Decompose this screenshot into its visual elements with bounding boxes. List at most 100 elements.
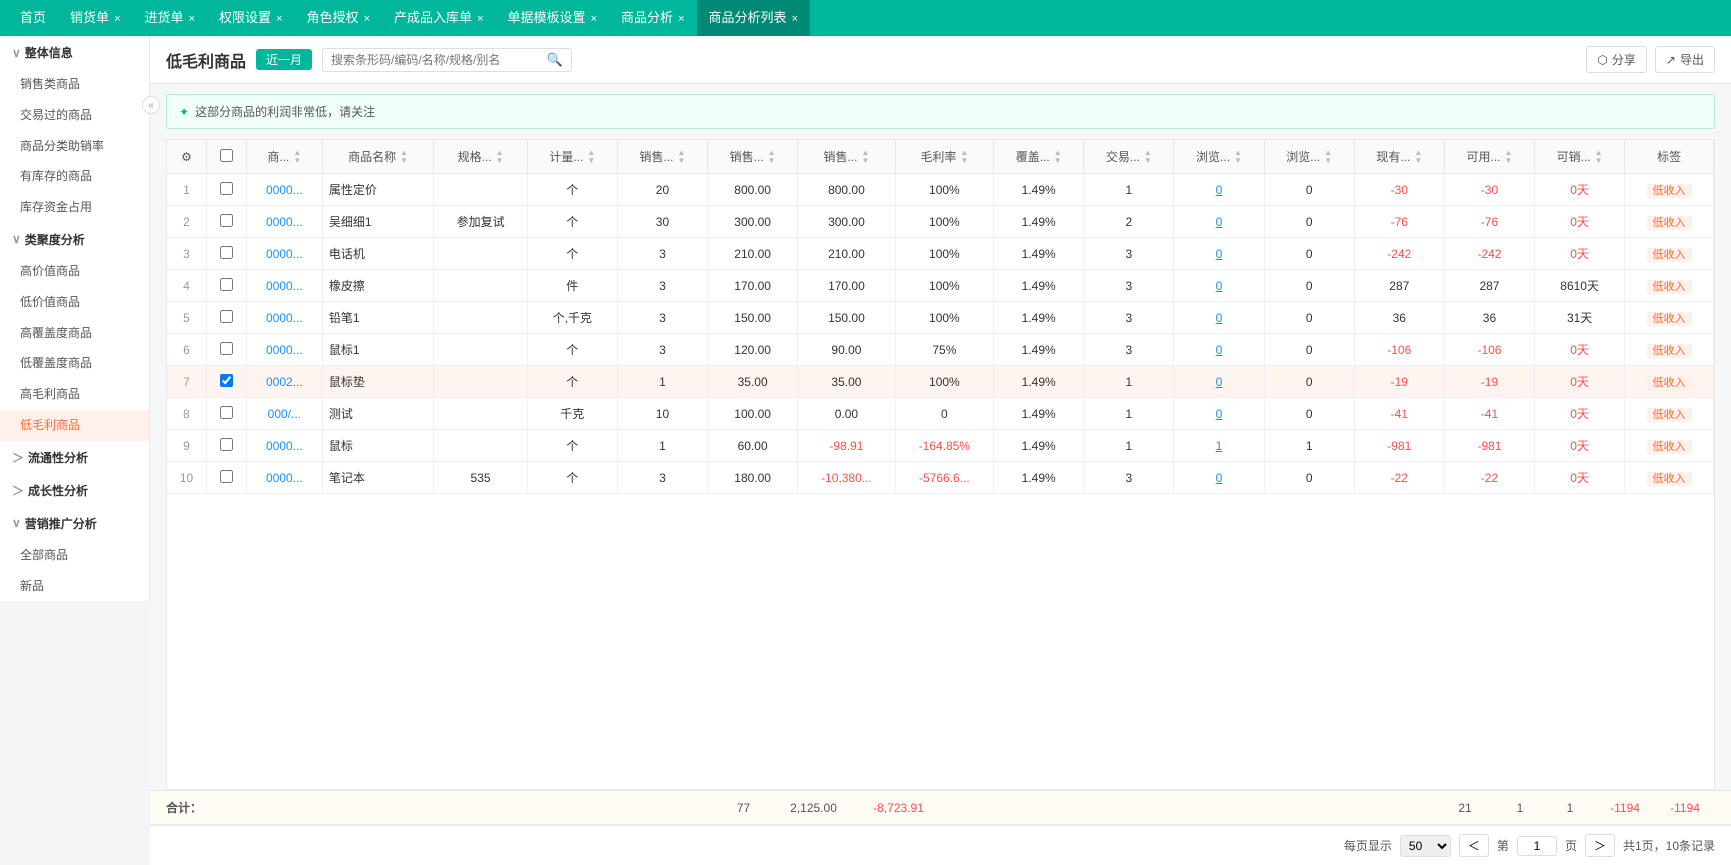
row-checkbox[interactable] bbox=[220, 214, 233, 227]
col-coverage[interactable]: 覆盖...▲▼ bbox=[994, 140, 1084, 174]
sidebar-item-category-rate[interactable]: 商品分类助销率 bbox=[0, 131, 149, 162]
row-checkbox[interactable] bbox=[220, 470, 233, 483]
row-browse1[interactable]: 0 bbox=[1174, 366, 1264, 398]
sidebar-group-marketing[interactable]: ∨ 营销推广分析 bbox=[0, 507, 149, 540]
sidebar-group-growth[interactable]: ＞ 成长性分析 bbox=[0, 474, 149, 507]
row-browse1[interactable]: 0 bbox=[1174, 462, 1264, 494]
row-browse1[interactable]: 0 bbox=[1174, 302, 1264, 334]
select-all-checkbox[interactable] bbox=[220, 149, 233, 162]
row-browse1[interactable]: 1 bbox=[1174, 430, 1264, 462]
sidebar-item-inventory-goods[interactable]: 有库存的商品 bbox=[0, 161, 149, 192]
col-sales-amount[interactable]: 销售...▲▼ bbox=[798, 140, 895, 174]
row-browse2: 0 bbox=[1264, 206, 1354, 238]
row-browse1[interactable]: 0 bbox=[1174, 174, 1264, 206]
row-checkbox-cell[interactable] bbox=[207, 366, 247, 398]
sidebar-item-traded-goods[interactable]: 交易过的商品 bbox=[0, 100, 149, 131]
nav-item-home[interactable]: 首页 bbox=[8, 0, 58, 36]
nav-item-purchase[interactable]: 进货单 × bbox=[133, 0, 208, 36]
sidebar-item-high-coverage[interactable]: 高覆盖度商品 bbox=[0, 318, 149, 349]
row-checkbox[interactable] bbox=[220, 278, 233, 291]
col-gross-rate[interactable]: 毛利率▲▼ bbox=[895, 140, 993, 174]
row-checkbox-cell[interactable] bbox=[207, 462, 247, 494]
row-name[interactable]: 吴细细1 bbox=[322, 206, 434, 238]
nav-item-template[interactable]: 单据模板设置 × bbox=[496, 0, 610, 36]
date-badge[interactable]: 近一月 bbox=[256, 49, 312, 70]
row-checkbox-cell[interactable] bbox=[207, 174, 247, 206]
row-name[interactable]: 测试 bbox=[322, 398, 434, 430]
row-checkbox-cell[interactable] bbox=[207, 270, 247, 302]
per-page-label: 每页显示 bbox=[1344, 837, 1392, 854]
sidebar-group-flow[interactable]: ＞ 流通性分析 bbox=[0, 441, 149, 474]
row-checkbox-cell[interactable] bbox=[207, 398, 247, 430]
col-saleable[interactable]: 可销...▲▼ bbox=[1535, 140, 1625, 174]
nav-item-product-in[interactable]: 产成品入库单 × bbox=[382, 0, 496, 36]
row-browse1[interactable]: 0 bbox=[1174, 238, 1264, 270]
row-name[interactable]: 鼠标垫 bbox=[322, 366, 434, 398]
nav-item-sales[interactable]: 销货单 × bbox=[58, 0, 133, 36]
nav-item-role[interactable]: 角色授权 × bbox=[295, 0, 383, 36]
col-available[interactable]: 可用...▲▼ bbox=[1444, 140, 1534, 174]
sidebar-item-high-gross[interactable]: 高毛利商品 bbox=[0, 379, 149, 410]
prev-page-button[interactable]: ＜ bbox=[1459, 834, 1489, 857]
sidebar-item-low-gross[interactable]: 低毛利商品 bbox=[0, 410, 149, 441]
share-button[interactable]: ⬡ 分享 bbox=[1586, 46, 1647, 73]
sidebar-item-inventory-capital[interactable]: 库存资金占用 bbox=[0, 192, 149, 223]
row-checkbox[interactable] bbox=[220, 342, 233, 355]
col-checkbox[interactable] bbox=[207, 140, 247, 174]
row-name[interactable]: 笔记本 bbox=[322, 462, 434, 494]
sidebar-item-low-coverage[interactable]: 低覆盖度商品 bbox=[0, 348, 149, 379]
col-browse2[interactable]: 浏览...▲▼ bbox=[1264, 140, 1354, 174]
row-name[interactable]: 鼠标 bbox=[322, 430, 434, 462]
row-checkbox[interactable] bbox=[220, 310, 233, 323]
row-checkbox-cell[interactable] bbox=[207, 334, 247, 366]
per-page-select[interactable]: 50 100 bbox=[1400, 835, 1451, 857]
row-checkbox[interactable] bbox=[220, 246, 233, 259]
col-current[interactable]: 现有...▲▼ bbox=[1354, 140, 1444, 174]
page-input[interactable] bbox=[1517, 836, 1557, 856]
row-checkbox-cell[interactable] bbox=[207, 238, 247, 270]
row-checkbox-cell[interactable] bbox=[207, 206, 247, 238]
col-code[interactable]: 商...▲▼ bbox=[246, 140, 322, 174]
row-browse1[interactable]: 0 bbox=[1174, 270, 1264, 302]
col-unit[interactable]: 计量...▲▼ bbox=[527, 140, 617, 174]
sidebar-item-new-goods[interactable]: 新品 bbox=[0, 571, 149, 602]
search-input[interactable] bbox=[331, 53, 547, 67]
sidebar-collapse-button[interactable]: « bbox=[142, 96, 160, 114]
col-transaction[interactable]: 交易...▲▼ bbox=[1084, 140, 1174, 174]
table-container[interactable]: ⚙ 商...▲▼ 商品名称▲▼ 规格...▲▼ 计量...▲▼ 销售...▲▼ … bbox=[166, 139, 1715, 790]
col-settings[interactable]: ⚙ bbox=[167, 140, 207, 174]
col-sales-qty[interactable]: 销售...▲▼ bbox=[617, 140, 707, 174]
col-browse1[interactable]: 浏览...▲▼ bbox=[1174, 140, 1264, 174]
row-name[interactable]: 电话机 bbox=[322, 238, 434, 270]
row-checkbox-cell[interactable] bbox=[207, 430, 247, 462]
row-browse1[interactable]: 0 bbox=[1174, 334, 1264, 366]
sidebar-group-overall[interactable]: ∨ 整体信息 bbox=[0, 36, 149, 69]
export-button[interactable]: ↗ 导出 bbox=[1655, 46, 1715, 73]
row-name[interactable]: 铅笔1 bbox=[322, 302, 434, 334]
nav-item-permission[interactable]: 权限设置 × bbox=[207, 0, 295, 36]
search-icon[interactable]: 🔍 bbox=[547, 52, 563, 68]
sidebar-item-low-value[interactable]: 低价值商品 bbox=[0, 287, 149, 318]
row-browse1[interactable]: 0 bbox=[1174, 206, 1264, 238]
col-spec[interactable]: 规格...▲▼ bbox=[434, 140, 527, 174]
col-tag[interactable]: 标签 bbox=[1625, 140, 1714, 174]
row-checkbox[interactable] bbox=[220, 406, 233, 419]
row-name[interactable]: 鼠标1 bbox=[322, 334, 434, 366]
row-name[interactable]: 属性定价 bbox=[322, 174, 434, 206]
sidebar-item-all-goods[interactable]: 全部商品 bbox=[0, 540, 149, 571]
nav-item-goods-analysis-list[interactable]: 商品分析列表 × bbox=[697, 0, 811, 36]
row-name[interactable]: 橡皮擦 bbox=[322, 270, 434, 302]
sidebar-group-cluster[interactable]: ∨ 类聚度分析 bbox=[0, 223, 149, 256]
nav-item-goods-analysis[interactable]: 商品分析 × bbox=[609, 0, 697, 36]
row-checkbox-cell[interactable] bbox=[207, 302, 247, 334]
col-sales-price[interactable]: 销售...▲▼ bbox=[708, 140, 798, 174]
col-name[interactable]: 商品名称▲▼ bbox=[322, 140, 434, 174]
row-browse1[interactable]: 0 bbox=[1174, 398, 1264, 430]
row-checkbox[interactable] bbox=[220, 438, 233, 451]
row-checkbox[interactable] bbox=[220, 182, 233, 195]
row-checkbox[interactable] bbox=[220, 374, 233, 387]
sidebar-item-high-value[interactable]: 高价值商品 bbox=[0, 256, 149, 287]
row-sales-price: 300.00 bbox=[708, 206, 798, 238]
sidebar-item-sales-goods[interactable]: 销售类商品 bbox=[0, 69, 149, 100]
next-page-button[interactable]: ＞ bbox=[1585, 834, 1615, 857]
